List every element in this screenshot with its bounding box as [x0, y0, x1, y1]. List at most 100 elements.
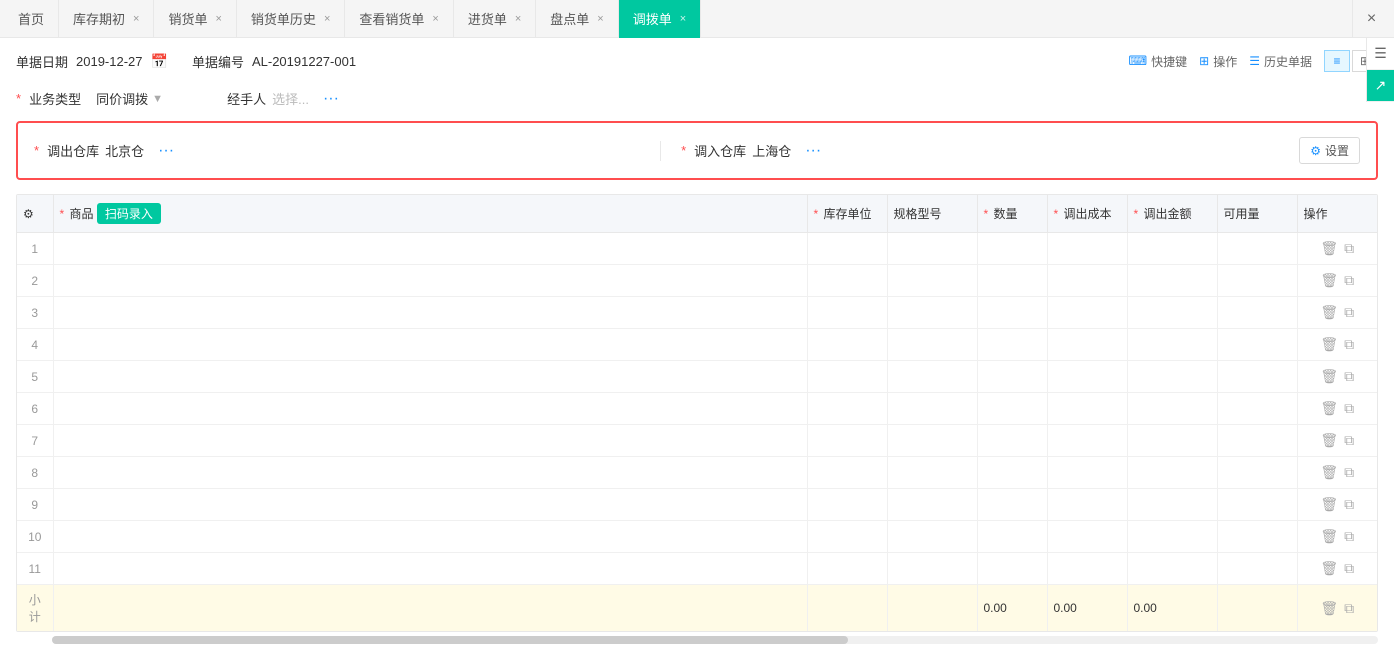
copy-icon[interactable]: ⧉: [1344, 560, 1354, 577]
delete-icon[interactable]: 🗑: [1320, 528, 1338, 545]
row-cost-cell[interactable]: [1047, 553, 1127, 585]
row-qty-cell[interactable]: [977, 265, 1047, 297]
row-qty-cell[interactable]: [977, 489, 1047, 521]
out-warehouse-more-icon[interactable]: ···: [158, 142, 174, 160]
row-spec-cell[interactable]: [887, 297, 977, 329]
row-qty-cell[interactable]: [977, 425, 1047, 457]
row-available-cell[interactable]: [1217, 521, 1297, 553]
row-available-cell[interactable]: [1217, 489, 1297, 521]
tab-purchase-order[interactable]: 进货单 ×: [454, 0, 536, 38]
row-spec-cell[interactable]: [887, 329, 977, 361]
row-spec-cell[interactable]: [887, 361, 977, 393]
row-cost-cell[interactable]: [1047, 489, 1127, 521]
row-cost-cell[interactable]: [1047, 265, 1127, 297]
row-unit-cell[interactable]: [807, 457, 887, 489]
row-product-cell[interactable]: [53, 489, 807, 521]
row-product-cell[interactable]: [53, 361, 807, 393]
row-unit-cell[interactable]: [807, 521, 887, 553]
tab-sales-order[interactable]: 销货单 ×: [154, 0, 236, 38]
shortcuts-link[interactable]: ⌨ 快捷键: [1128, 53, 1187, 70]
copy-icon[interactable]: ⧉: [1344, 336, 1354, 353]
copy-icon[interactable]: ⧉: [1344, 432, 1354, 449]
tab-sales-history-close[interactable]: ×: [324, 13, 330, 25]
row-product-cell[interactable]: [53, 233, 807, 265]
row-unit-cell[interactable]: [807, 489, 887, 521]
row-spec-cell[interactable]: [887, 457, 977, 489]
row-amount-cell[interactable]: [1127, 393, 1217, 425]
copy-icon[interactable]: ⧉: [1344, 528, 1354, 545]
row-cost-cell[interactable]: [1047, 329, 1127, 361]
row-available-cell[interactable]: [1217, 553, 1297, 585]
tab-home[interactable]: 首页: [4, 0, 59, 38]
row-unit-cell[interactable]: [807, 361, 887, 393]
subtotal-delete-icon[interactable]: 🗑: [1320, 600, 1338, 617]
row-qty-cell[interactable]: [977, 393, 1047, 425]
tab-sales-order-close[interactable]: ×: [215, 13, 221, 25]
row-cost-cell[interactable]: [1047, 521, 1127, 553]
row-cost-cell[interactable]: [1047, 393, 1127, 425]
row-available-cell[interactable]: [1217, 457, 1297, 489]
row-unit-cell[interactable]: [807, 265, 887, 297]
row-spec-cell[interactable]: [887, 393, 977, 425]
row-qty-cell[interactable]: [977, 361, 1047, 393]
copy-icon[interactable]: ⧉: [1344, 496, 1354, 513]
row-amount-cell[interactable]: [1127, 329, 1217, 361]
close-all-button[interactable]: ×: [1352, 0, 1390, 38]
delete-icon[interactable]: 🗑: [1320, 304, 1338, 321]
row-unit-cell[interactable]: [807, 425, 887, 457]
scan-button[interactable]: 扫码录入: [97, 203, 161, 224]
row-spec-cell[interactable]: [887, 425, 977, 457]
row-available-cell[interactable]: [1217, 361, 1297, 393]
tab-view-sales-close[interactable]: ×: [432, 13, 438, 25]
tab-inventory-init[interactable]: 库存期初 ×: [59, 0, 154, 38]
delete-icon[interactable]: 🗑: [1320, 432, 1338, 449]
row-product-cell[interactable]: [53, 521, 807, 553]
delete-icon[interactable]: 🗑: [1320, 496, 1338, 513]
tab-inventory-count-close[interactable]: ×: [597, 13, 603, 25]
tab-sales-history[interactable]: 销货单历史 ×: [237, 0, 345, 38]
row-cost-cell[interactable]: [1047, 297, 1127, 329]
row-amount-cell[interactable]: [1127, 489, 1217, 521]
tab-transfer-order-close[interactable]: ×: [680, 13, 686, 25]
row-spec-cell[interactable]: [887, 489, 977, 521]
row-spec-cell[interactable]: [887, 233, 977, 265]
row-unit-cell[interactable]: [807, 297, 887, 329]
layout-list-button[interactable]: ≡: [1324, 50, 1350, 72]
sidebar-list-icon[interactable]: ☰: [1367, 38, 1394, 70]
row-qty-cell[interactable]: [977, 297, 1047, 329]
row-cost-cell[interactable]: [1047, 425, 1127, 457]
row-product-cell[interactable]: [53, 265, 807, 297]
row-amount-cell[interactable]: [1127, 233, 1217, 265]
tab-inventory-count[interactable]: 盘点单 ×: [536, 0, 618, 38]
row-unit-cell[interactable]: [807, 393, 887, 425]
row-spec-cell[interactable]: [887, 553, 977, 585]
row-qty-cell[interactable]: [977, 233, 1047, 265]
row-available-cell[interactable]: [1217, 265, 1297, 297]
row-product-cell[interactable]: [53, 553, 807, 585]
business-type-select[interactable]: 同价调拨 ▼: [87, 84, 207, 113]
row-product-cell[interactable]: [53, 329, 807, 361]
col-settings-header[interactable]: ⚙: [17, 195, 53, 233]
in-warehouse-more-icon[interactable]: ···: [805, 142, 821, 160]
row-cost-cell[interactable]: [1047, 361, 1127, 393]
delete-icon[interactable]: 🗑: [1320, 400, 1338, 417]
delete-icon[interactable]: 🗑: [1320, 560, 1338, 577]
row-qty-cell[interactable]: [977, 521, 1047, 553]
row-amount-cell[interactable]: [1127, 361, 1217, 393]
row-qty-cell[interactable]: [977, 457, 1047, 489]
copy-icon[interactable]: ⧉: [1344, 272, 1354, 289]
delete-icon[interactable]: 🗑: [1320, 240, 1338, 257]
row-qty-cell[interactable]: [977, 329, 1047, 361]
operations-link[interactable]: ⊞ 操作: [1199, 53, 1237, 70]
delete-icon[interactable]: 🗑: [1320, 368, 1338, 385]
row-product-cell[interactable]: [53, 425, 807, 457]
row-unit-cell[interactable]: [807, 233, 887, 265]
row-available-cell[interactable]: [1217, 329, 1297, 361]
copy-icon[interactable]: ⧉: [1344, 368, 1354, 385]
tab-transfer-order[interactable]: 调拨单 ×: [619, 0, 701, 38]
row-unit-cell[interactable]: [807, 553, 887, 585]
row-spec-cell[interactable]: [887, 265, 977, 297]
row-amount-cell[interactable]: [1127, 425, 1217, 457]
subtotal-copy-icon[interactable]: ⧉: [1344, 600, 1354, 617]
row-amount-cell[interactable]: [1127, 297, 1217, 329]
